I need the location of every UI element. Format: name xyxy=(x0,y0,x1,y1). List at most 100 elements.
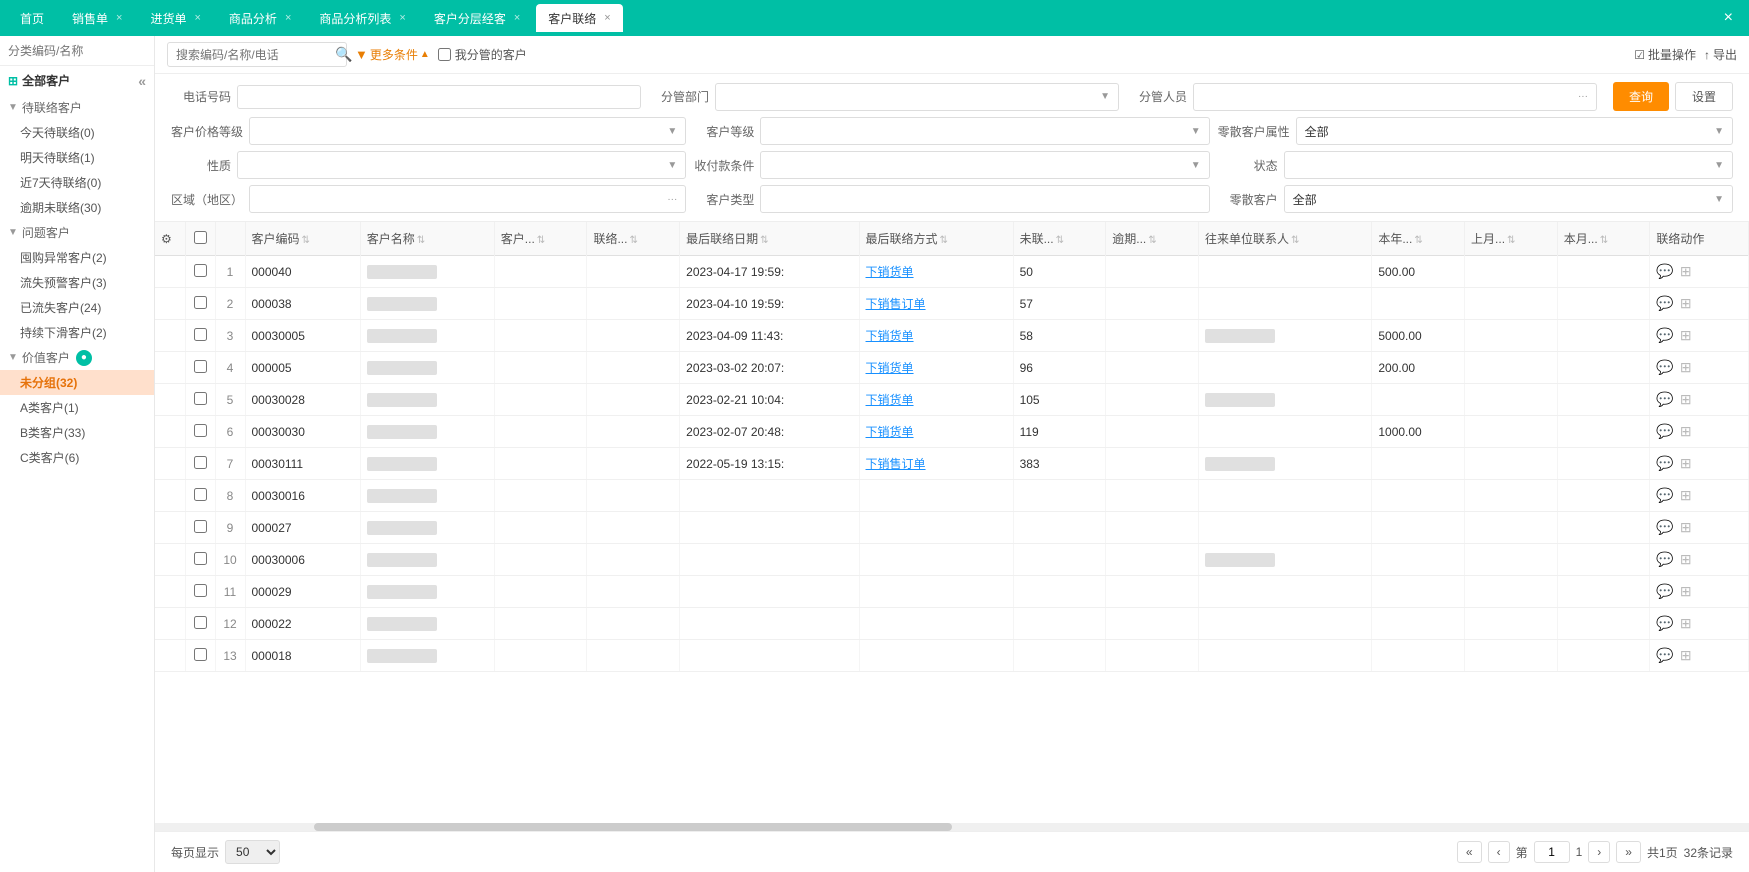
grid-action-icon[interactable]: ⊞ xyxy=(1680,391,1692,408)
col-this-month[interactable]: 本月...⇅ xyxy=(1557,222,1650,256)
export-btn[interactable]: ↑ 导出 xyxy=(1704,46,1737,63)
next-page-btn[interactable]: › xyxy=(1588,841,1610,863)
row-checkbox[interactable] xyxy=(194,584,207,597)
last-contact-type-link[interactable]: 下销货单 xyxy=(866,361,914,375)
col-last-date[interactable]: 最后联络日期⇅ xyxy=(680,222,859,256)
retail-attr-select[interactable]: 全部 ▼ xyxy=(1296,117,1733,145)
query-button[interactable]: 查询 xyxy=(1613,82,1669,111)
chat-icon[interactable]: 💬 xyxy=(1656,615,1673,632)
search-input[interactable] xyxy=(176,48,331,62)
col-this-year[interactable]: 本年...⇅ xyxy=(1372,222,1465,256)
chat-icon[interactable]: 💬 xyxy=(1656,519,1673,536)
col-code[interactable]: 客户编码⇅ xyxy=(245,222,360,256)
grid-action-icon[interactable]: ⊞ xyxy=(1680,423,1692,440)
sidebar-item-week[interactable]: 近7天待联络(0) xyxy=(0,170,154,195)
chat-icon[interactable]: 💬 xyxy=(1656,391,1673,408)
close-sales-icon[interactable]: × xyxy=(116,12,122,24)
region-select[interactable]: ··· xyxy=(249,185,686,213)
chat-icon[interactable]: 💬 xyxy=(1656,455,1673,472)
more-filters-btn[interactable]: ▼ 更多条件 ▲ xyxy=(355,46,430,63)
tab-customer-contact[interactable]: 客户联络 × xyxy=(536,4,622,32)
nature-select[interactable]: ▼ xyxy=(237,151,686,179)
row-checkbox[interactable] xyxy=(194,520,207,533)
col-last-type[interactable]: 最后联络方式⇅ xyxy=(859,222,1013,256)
my-customers-checkbox[interactable] xyxy=(438,48,451,61)
reset-button[interactable]: 设置 xyxy=(1675,82,1733,111)
row-checkbox[interactable] xyxy=(194,424,207,437)
page-input[interactable] xyxy=(1534,841,1570,863)
last-contact-type-link[interactable]: 下销货单 xyxy=(866,425,914,439)
last-contact-type-link[interactable]: 下销货单 xyxy=(866,265,914,279)
sidebar-search-input[interactable] xyxy=(8,44,155,58)
chat-icon[interactable]: 💬 xyxy=(1656,295,1673,312)
grid-action-icon[interactable]: ⊞ xyxy=(1680,359,1692,376)
first-page-btn[interactable]: « xyxy=(1457,841,1482,863)
close-product-list-icon[interactable]: × xyxy=(399,12,405,24)
tab-customer-tier[interactable]: 客户分层经客 × xyxy=(422,4,532,32)
chat-icon[interactable]: 💬 xyxy=(1656,647,1673,664)
grid-action-icon[interactable]: ⊞ xyxy=(1680,487,1692,504)
sidebar-group-value[interactable]: ▼ 价值客户 ● xyxy=(0,345,154,370)
select-all-checkbox[interactable] xyxy=(194,231,207,244)
close-purchase-icon[interactable]: × xyxy=(194,12,200,24)
prev-page-btn[interactable]: ‹ xyxy=(1488,841,1510,863)
sidebar-item-declining[interactable]: 持续下滑客户(2) xyxy=(0,320,154,345)
status-select[interactable]: ▼ xyxy=(1284,151,1733,179)
customer-level-select[interactable]: ▼ xyxy=(760,117,1209,145)
row-checkbox[interactable] xyxy=(194,488,207,501)
col-type[interactable]: 客户...⇅ xyxy=(494,222,587,256)
chat-icon[interactable]: 💬 xyxy=(1656,359,1673,376)
col-contact[interactable]: 联络...⇅ xyxy=(587,222,680,256)
chat-icon[interactable]: 💬 xyxy=(1656,423,1673,440)
sidebar-item-churned[interactable]: 已流失客户(24) xyxy=(0,295,154,320)
tab-product-analysis[interactable]: 商品分析 × xyxy=(217,4,303,32)
sidebar-item-c-class[interactable]: C类客户(6) xyxy=(0,445,154,470)
last-contact-type-link[interactable]: 下销售订单 xyxy=(866,297,926,311)
close-product-analysis-icon[interactable]: × xyxy=(285,12,291,24)
search-icon[interactable]: 🔍 xyxy=(335,46,352,63)
row-checkbox[interactable] xyxy=(194,552,207,565)
sidebar-all-customers[interactable]: ⊞ 全部客户 « xyxy=(0,66,154,95)
grid-action-icon[interactable]: ⊞ xyxy=(1680,647,1692,664)
chat-icon[interactable]: 💬 xyxy=(1656,487,1673,504)
sidebar-item-overdue[interactable]: 逾期未联络(30) xyxy=(0,195,154,220)
col-gear[interactable]: ⚙ xyxy=(155,222,185,256)
page-size-select[interactable]: 50 100 200 xyxy=(225,840,280,864)
tab-home[interactable]: 首页 xyxy=(8,4,56,32)
chat-icon[interactable]: 💬 xyxy=(1656,263,1673,280)
close-all-tabs[interactable]: × xyxy=(1716,9,1741,27)
scrollbar-thumb[interactable] xyxy=(314,823,952,831)
close-customer-tier-icon[interactable]: × xyxy=(514,12,520,24)
close-customer-contact-icon[interactable]: × xyxy=(604,12,610,24)
row-checkbox[interactable] xyxy=(194,648,207,661)
collapse-sidebar-icon[interactable]: « xyxy=(138,73,146,89)
col-overdue[interactable]: 逾期...⇅ xyxy=(1106,222,1199,256)
grid-action-icon[interactable]: ⊞ xyxy=(1680,583,1692,600)
sidebar-item-hoarding[interactable]: 囤购异常客户(2) xyxy=(0,245,154,270)
row-checkbox[interactable] xyxy=(194,328,207,341)
payment-select[interactable]: ▼ xyxy=(760,151,1209,179)
tab-product-list[interactable]: 商品分析列表 × xyxy=(307,4,417,32)
grid-action-icon[interactable]: ⊞ xyxy=(1680,615,1692,632)
grid-action-icon[interactable]: ⊞ xyxy=(1680,551,1692,568)
sidebar-item-ungrouped[interactable]: 未分组(32) xyxy=(0,370,154,395)
last-contact-type-link[interactable]: 下销货单 xyxy=(866,393,914,407)
row-checkbox[interactable] xyxy=(194,392,207,405)
row-checkbox[interactable] xyxy=(194,296,207,309)
chat-icon[interactable]: 💬 xyxy=(1656,327,1673,344)
row-checkbox[interactable] xyxy=(194,264,207,277)
chat-icon[interactable]: 💬 xyxy=(1656,551,1673,568)
row-checkbox[interactable] xyxy=(194,616,207,629)
sidebar-item-a-class[interactable]: A类客户(1) xyxy=(0,395,154,420)
sidebar-group-pending[interactable]: ▼ 待联络客户 xyxy=(0,95,154,120)
customer-type-select[interactable] xyxy=(760,185,1209,213)
tab-purchase[interactable]: 进货单 × xyxy=(138,4,212,32)
row-checkbox[interactable] xyxy=(194,360,207,373)
col-name[interactable]: 客户名称⇅ xyxy=(360,222,494,256)
sidebar-item-tomorrow[interactable]: 明天待联络(1) xyxy=(0,145,154,170)
last-contact-type-link[interactable]: 下销售订单 xyxy=(866,457,926,471)
batch-op-btn[interactable]: ☑ 批量操作 xyxy=(1634,46,1696,63)
col-unit-contact[interactable]: 往来单位联系人⇅ xyxy=(1198,222,1371,256)
row-checkbox[interactable] xyxy=(194,456,207,469)
sidebar-group-problem[interactable]: ▼ 问题客户 xyxy=(0,220,154,245)
